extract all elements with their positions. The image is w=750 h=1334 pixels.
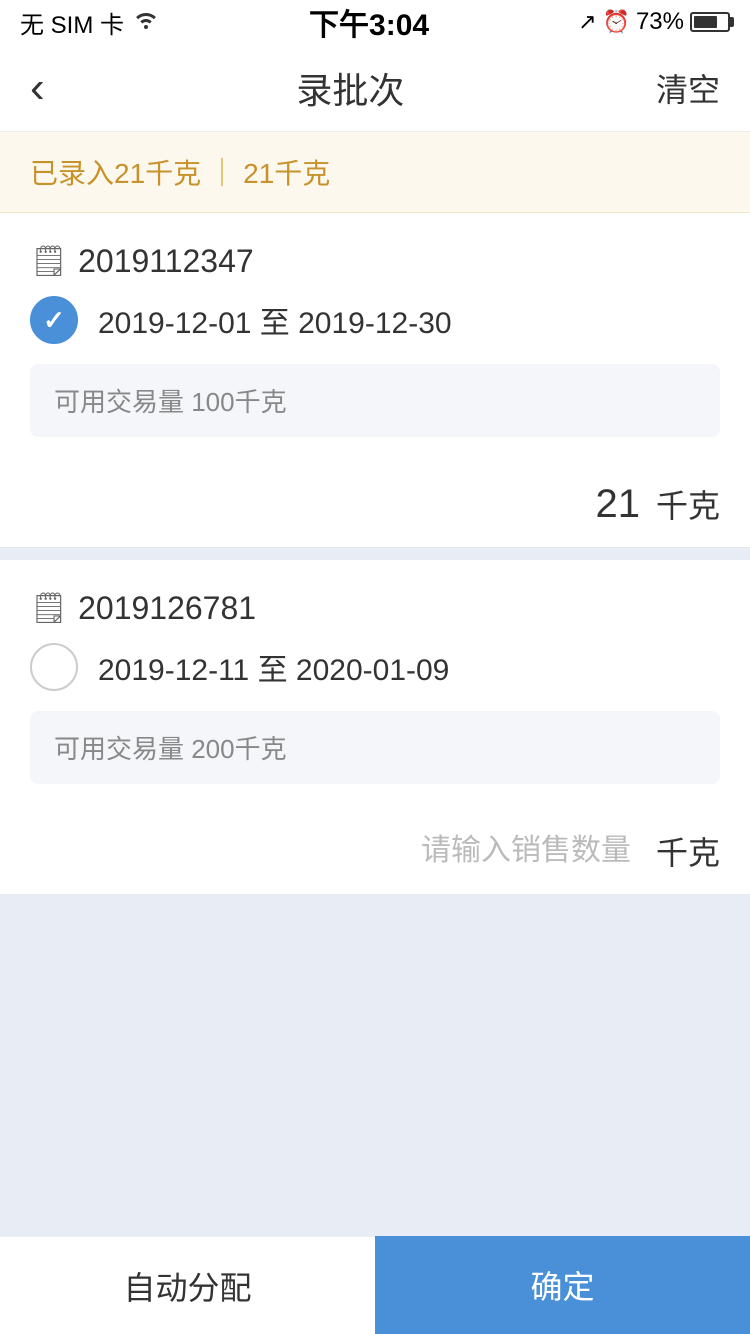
batch-row-1: 2019-12-01 至 2019-12-30 [30,296,720,344]
availability-2: 可用交易量 200千克 [30,711,720,784]
quantity-row-1: 21 千克 [0,461,750,548]
clear-button[interactable]: 清空 [656,65,720,111]
batch-section-2: 🗒 2019126781 2019-12-11 至 2020-01-09 可用交… [0,560,750,784]
auto-distribute-button[interactable]: 自动分配 [0,1236,375,1334]
batch-id-2: 2019126781 [78,590,256,627]
recorded-amount: 已录入21千克 [30,152,201,192]
section-divider-2 [0,895,750,907]
unit-label-2: 千克 [656,828,720,874]
batch-id-1: 2019112347 [78,243,254,280]
status-right: ↗ ⏰ 73% [578,8,730,36]
batch-header-1: 🗒 2019112347 [30,243,720,280]
radio-btn-2[interactable] [30,643,78,691]
quantity-unit-1: 千克 [656,481,720,527]
bottom-bar: 自动分配 确定 [0,1236,750,1334]
quantity-input-row-2: 千克 [0,808,750,895]
status-bar: 无 SIM 卡 下午3:04 ↗ ⏰ 73% [0,0,750,44]
batch-card-1: 🗒 2019112347 2019-12-01 至 2019-12-30 可用交… [0,213,750,548]
time-display: 下午3:04 [309,0,429,44]
confirm-button[interactable]: 确定 [375,1236,750,1334]
no-sim-label: 无 SIM 卡 [20,5,124,40]
info-banner: 已录入21千克 21千克 [0,132,750,213]
radio-btn-1[interactable] [30,296,78,344]
battery-icon [690,12,730,32]
batch-section-1: 🗒 2019112347 2019-12-01 至 2019-12-30 可用交… [0,213,750,437]
batch-doc-icon-2: 🗒 [30,591,68,626]
batch-doc-icon-1: 🗒 [30,244,68,279]
battery-percent: 73% [636,8,684,36]
info-divider [221,158,223,186]
location-icon: ↗ [578,9,596,35]
batch-row-2: 2019-12-11 至 2020-01-09 [30,643,720,691]
quantity-input-2[interactable] [30,834,646,868]
back-button[interactable]: ‹ [30,63,45,113]
quantity-value-1: 21 [595,482,640,527]
batch-header-2: 🗒 2019126781 [30,590,720,627]
status-left: 无 SIM 卡 [20,5,160,40]
batch-card-2: 🗒 2019126781 2019-12-11 至 2020-01-09 可用交… [0,560,750,895]
date-range-2: 2019-12-11 至 2020-01-09 [98,645,449,689]
section-divider-1 [0,548,750,560]
nav-bar: ‹ 录批次 清空 [0,44,750,132]
page-title: 录批次 [296,62,404,114]
availability-1: 可用交易量 100千克 [30,364,720,437]
wifi-icon [132,8,160,36]
total-amount: 21千克 [243,152,330,192]
date-range-1: 2019-12-01 至 2019-12-30 [98,298,452,342]
alarm-icon: ⏰ [603,9,630,35]
